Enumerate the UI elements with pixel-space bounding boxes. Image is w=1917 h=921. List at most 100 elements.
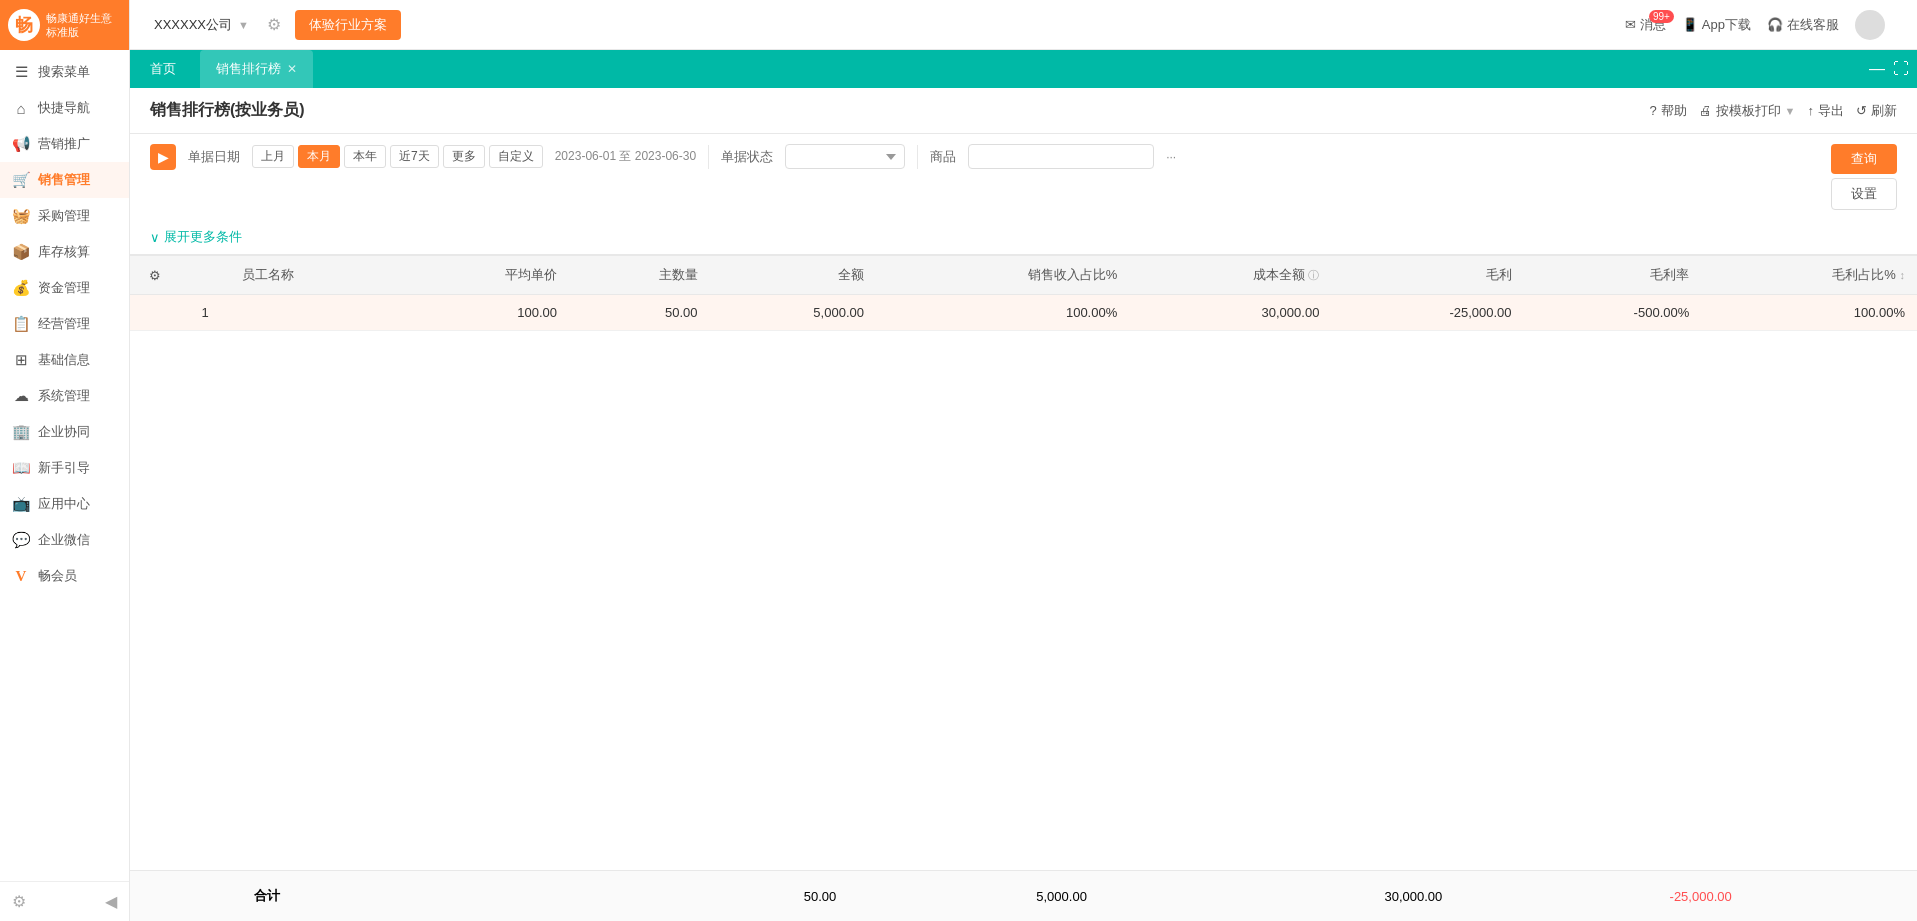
row-employee-name xyxy=(230,295,400,331)
date-btn-custom[interactable]: 自定义 xyxy=(489,145,543,168)
topbar-right: ✉ 消息 99+ 📱 App下载 🎧 在线客服 xyxy=(1625,10,1901,40)
message-button[interactable]: ✉ 消息 99+ xyxy=(1625,16,1666,34)
sidebar-footer: ⚙ ◀ xyxy=(0,881,129,921)
sidebar-item-purchase[interactable]: 🧺 采购管理 xyxy=(0,198,129,234)
page-header: 销售排行榜(按业务员) ? 帮助 🖨 按模板打印 ▼ ↑ 导出 ↺ 刷新 xyxy=(130,88,1917,134)
print-button[interactable]: 🖨 按模板打印 ▼ xyxy=(1699,102,1796,120)
home-icon: ⌂ xyxy=(12,100,30,117)
sidebar-item-finance[interactable]: 💰 资金管理 xyxy=(0,270,129,306)
sidebar-item-guide[interactable]: 📖 新手引导 xyxy=(0,450,129,486)
chevron-down-icon: ▼ xyxy=(238,19,249,31)
message-badge: 99+ xyxy=(1649,10,1674,23)
page-content: 销售排行榜(按业务员) ? 帮助 🖨 按模板打印 ▼ ↑ 导出 ↺ 刷新 xyxy=(130,88,1917,921)
topbar-gear-icon[interactable]: ⚙ xyxy=(267,15,281,34)
finance-icon: 💰 xyxy=(12,279,30,297)
tab-close-icon[interactable]: ✕ xyxy=(287,62,297,76)
filter-section: ▶ 单据日期 上月 本月 本年 近7天 更多 自定义 2023-06-01 至 … xyxy=(130,134,1917,255)
filter-toggle-button[interactable]: ▶ xyxy=(150,144,176,170)
filter-actions: 查询 设置 xyxy=(1831,144,1897,210)
row-sales-pct: 100.00% xyxy=(876,295,1129,331)
row-settings-cell xyxy=(130,295,180,331)
refresh-icon: ↺ xyxy=(1856,103,1867,118)
row-gross-rate: -500.00% xyxy=(1524,295,1702,331)
date-btn-more[interactable]: 更多 xyxy=(443,145,485,168)
help-button[interactable]: ? 帮助 xyxy=(1649,102,1686,120)
table-body: 1 100.00 50.00 5,000.00 100.00% 30,000.0… xyxy=(130,295,1917,331)
date-btn-7days[interactable]: 近7天 xyxy=(390,145,439,168)
more-filters-icon[interactable]: ··· xyxy=(1166,150,1176,164)
col-sales-pct: 销售收入占比% xyxy=(876,256,1129,295)
tab-minimize-icon[interactable]: — xyxy=(1869,60,1885,78)
company-selector[interactable]: XXXXXX公司 ▼ xyxy=(146,12,257,38)
collapse-sidebar-icon[interactable]: ◀ xyxy=(105,892,117,911)
online-service-button[interactable]: 🎧 在线客服 xyxy=(1767,16,1839,34)
sidebar-item-marketing[interactable]: 📢 营销推广 xyxy=(0,126,129,162)
settings-footer-icon[interactable]: ⚙ xyxy=(12,892,26,911)
trial-button[interactable]: 体验行业方案 xyxy=(295,10,401,40)
member-icon: V xyxy=(12,568,30,585)
filter-divider-2 xyxy=(917,145,918,169)
system-icon: ☁ xyxy=(12,387,30,405)
table-footer: 合计 50.00 5,000.00 30,000.00 -25,000.00 xyxy=(130,870,1917,921)
col-amount: 全额 xyxy=(710,256,876,295)
col-gross-pct: 毛利占比% ↕ xyxy=(1701,256,1917,295)
sidebar-item-quick-nav[interactable]: ⌂ 快捷导航 xyxy=(0,90,129,126)
tabs-bar-right: — ⛶ xyxy=(1869,60,1917,78)
status-filter-select[interactable] xyxy=(785,144,905,169)
table-settings-icon[interactable]: ⚙ xyxy=(149,268,161,283)
filter-settings-button[interactable]: 设置 xyxy=(1831,178,1897,210)
col-employee-name: 员工名称 xyxy=(230,256,400,295)
message-icon: ✉ xyxy=(1625,17,1636,32)
logo-text: 畅康通好生意 标准版 xyxy=(46,11,112,40)
purchase-icon: 🧺 xyxy=(12,207,30,225)
status-filter-label: 单据状态 xyxy=(721,148,773,166)
tab-home[interactable]: 首页 xyxy=(130,50,196,88)
sidebar-item-app-center[interactable]: 📺 应用中心 xyxy=(0,486,129,522)
company-name: XXXXXX公司 xyxy=(154,16,232,34)
sort-icon[interactable]: ↕ xyxy=(1900,269,1906,281)
date-btn-last-month[interactable]: 上月 xyxy=(252,145,294,168)
marketing-icon: 📢 xyxy=(12,135,30,153)
sidebar-item-basic-info[interactable]: ⊞ 基础信息 xyxy=(0,342,129,378)
avatar[interactable] xyxy=(1855,10,1885,40)
refresh-button[interactable]: ↺ 刷新 xyxy=(1856,102,1897,120)
date-btn-this-month[interactable]: 本月 xyxy=(298,145,340,168)
footer-cost: 30,000.00 xyxy=(1179,881,1454,911)
phone-icon: 📱 xyxy=(1682,17,1698,32)
page-header-actions: ? 帮助 🖨 按模板打印 ▼ ↑ 导出 ↺ 刷新 xyxy=(1649,102,1897,120)
sidebar-item-operations[interactable]: 📋 经营管理 xyxy=(0,306,129,342)
sidebar-item-enterprise[interactable]: 🏢 企业协同 xyxy=(0,414,129,450)
sales-icon: 🛒 xyxy=(12,171,30,189)
sidebar-item-sales[interactable]: 🛒 销售管理 xyxy=(0,162,129,198)
search-button[interactable]: 查询 xyxy=(1831,144,1897,174)
footer-gross: -25,000.00 xyxy=(1454,881,1743,911)
sidebar-item-member[interactable]: V 畅会员 xyxy=(0,558,129,594)
tab-maximize-icon[interactable]: ⛶ xyxy=(1893,60,1909,78)
goods-filter-input[interactable] xyxy=(968,144,1154,169)
row-gross-pct: 100.00% xyxy=(1701,295,1917,331)
expand-filters-button[interactable]: ∨ 展开更多条件 xyxy=(150,228,242,246)
export-button[interactable]: ↑ 导出 xyxy=(1808,102,1845,120)
operations-icon: 📋 xyxy=(12,315,30,333)
row-gross: -25,000.00 xyxy=(1331,295,1523,331)
logo-icon: 畅 xyxy=(8,9,40,41)
filter-divider-1 xyxy=(708,145,709,169)
sidebar-item-system[interactable]: ☁ 系统管理 xyxy=(0,378,129,414)
sidebar-item-inventory[interactable]: 📦 库存核算 xyxy=(0,234,129,270)
row-cost: 30,000.00 xyxy=(1129,295,1331,331)
col-gross: 毛利 xyxy=(1331,256,1523,295)
sidebar-item-wechat[interactable]: 💬 企业微信 xyxy=(0,522,129,558)
app-download-button[interactable]: 📱 App下载 xyxy=(1682,16,1751,34)
data-table: ⚙ 员工名称 平均单价 主数量 xyxy=(130,255,1917,331)
col-gross-rate: 毛利率 xyxy=(1524,256,1702,295)
date-btn-this-year[interactable]: 本年 xyxy=(344,145,386,168)
date-range: 2023-06-01 至 2023-06-30 xyxy=(555,148,696,165)
sidebar: 畅 畅康通好生意 标准版 ☰ 搜索菜单 ⌂ 快捷导航 📢 营销推广 🛒 销售管理… xyxy=(0,0,130,921)
col-settings[interactable]: ⚙ xyxy=(130,256,180,295)
col-cost: 成本全额 ⓘ xyxy=(1129,256,1331,295)
tab-sales-ranking[interactable]: 销售排行榜 ✕ xyxy=(200,50,313,88)
filter-main-row: ▶ 单据日期 上月 本月 本年 近7天 更多 自定义 2023-06-01 至 … xyxy=(130,134,1917,220)
sidebar-item-search-order[interactable]: ☰ 搜索菜单 xyxy=(0,54,129,90)
footer-row: 合计 50.00 5,000.00 30,000.00 -25,000.00 xyxy=(142,881,1905,911)
headset-icon: 🎧 xyxy=(1767,17,1783,32)
